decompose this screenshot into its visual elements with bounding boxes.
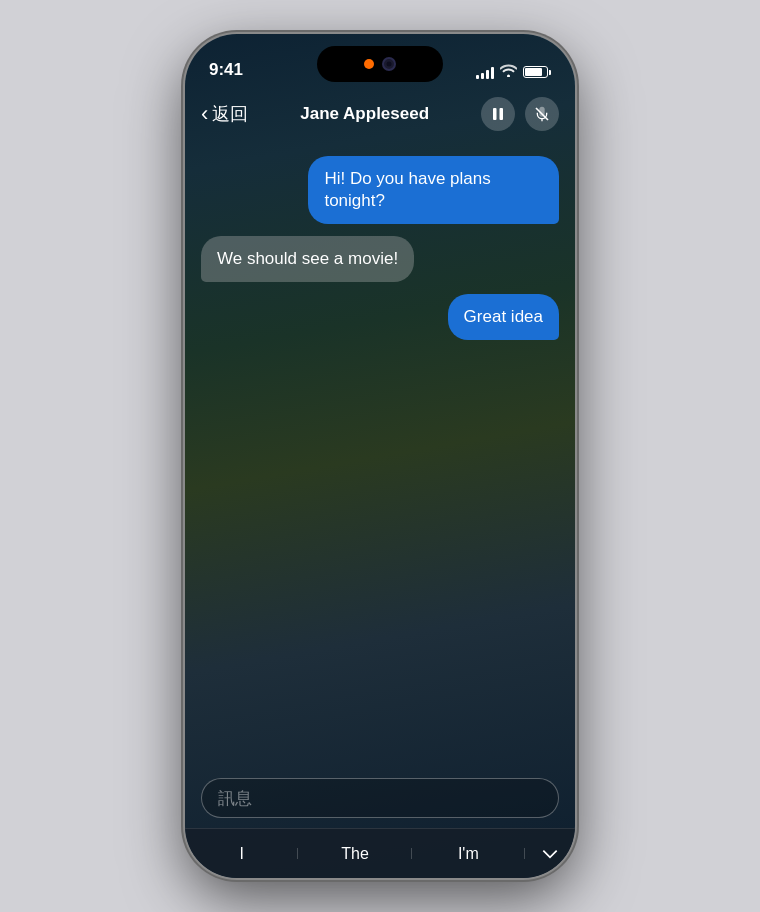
keyboard-hide-button[interactable]	[525, 844, 575, 864]
nav-actions	[481, 97, 559, 131]
message-text-2: We should see a movie!	[217, 249, 398, 268]
dynamic-island	[317, 46, 443, 82]
input-placeholder: 訊息	[218, 787, 252, 810]
back-label: 返回	[212, 102, 248, 126]
pause-button[interactable]	[481, 97, 515, 131]
contact-name: Jane Appleseed	[248, 104, 481, 124]
nav-bar: ‹ 返回 Jane Appleseed	[185, 88, 575, 140]
battery-icon	[523, 66, 551, 78]
message-bubble-2: We should see a movie!	[201, 236, 414, 282]
input-area: 訊息	[185, 768, 575, 828]
predictive-bar: I The I'm	[185, 828, 575, 878]
island-camera	[382, 57, 396, 71]
predictive-item-2[interactable]: The	[298, 845, 411, 863]
back-button[interactable]: ‹ 返回	[201, 101, 248, 127]
message-input[interactable]: 訊息	[201, 778, 559, 818]
wifi-icon	[500, 64, 517, 80]
mute-button[interactable]	[525, 97, 559, 131]
message-text-3: Great idea	[464, 307, 543, 326]
message-text-1: Hi! Do you have plans tonight?	[324, 169, 490, 210]
island-indicator	[364, 59, 374, 69]
message-bubble-1: Hi! Do you have plans tonight?	[308, 156, 559, 224]
phone-frame: 9:41	[185, 34, 575, 878]
signal-icon	[476, 65, 494, 79]
message-bubble-3: Great idea	[448, 294, 559, 340]
predictive-item-1[interactable]: I	[185, 845, 298, 863]
predictive-item-3[interactable]: I'm	[412, 845, 525, 863]
phone-screen: 9:41	[185, 34, 575, 878]
status-icons	[476, 64, 551, 80]
svg-rect-0	[493, 108, 497, 120]
back-chevron: ‹	[201, 101, 208, 127]
chat-area: Hi! Do you have plans tonight? We should…	[185, 140, 575, 748]
svg-rect-1	[500, 108, 504, 120]
